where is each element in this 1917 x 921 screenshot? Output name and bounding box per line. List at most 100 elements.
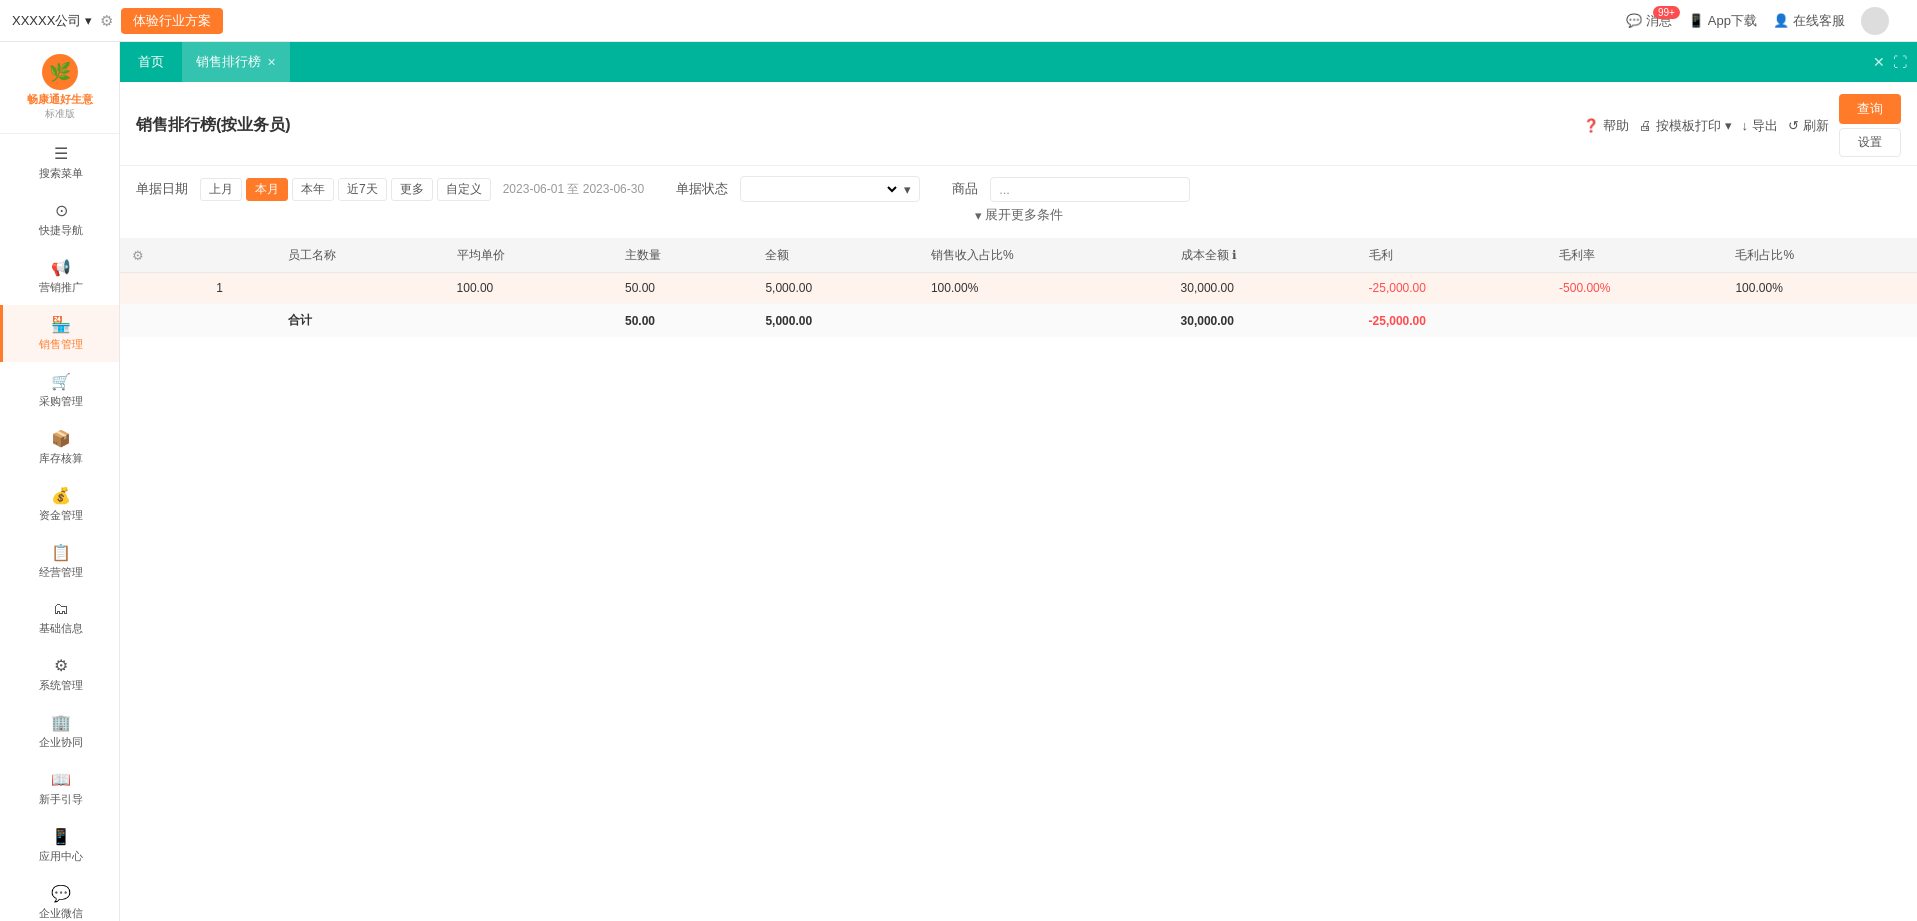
sidebar-item-marketing[interactable]: 📢 营销推广 bbox=[0, 248, 119, 305]
trial-btn[interactable]: 体验行业方案 bbox=[121, 8, 223, 34]
status-label: 单据状态 bbox=[676, 180, 728, 198]
message-btn[interactable]: 💬 消息 99+ bbox=[1626, 12, 1672, 30]
sidebar: 🌿 畅康通好生意 标准版 ☰ 搜索菜单 ⊙ 快捷导航 📢 营销推广 🏪 销售管理… bbox=[0, 42, 120, 921]
column-settings-icon[interactable]: ⚙ bbox=[132, 248, 144, 263]
page-header: 销售排行榜(按业务员) ❓ 帮助 🖨 按模板打印 ▾ ↓ 导出 bbox=[120, 82, 1917, 166]
col-amount: 全额 bbox=[753, 239, 919, 273]
tab-label: 销售排行榜 bbox=[196, 53, 261, 71]
main-layout: 🌿 畅康通好生意 标准版 ☰ 搜索菜单 ⊙ 快捷导航 📢 营销推广 🏪 销售管理… bbox=[0, 42, 1917, 921]
logo-icon: 🌿 bbox=[42, 54, 78, 90]
help-btn[interactable]: ❓ 帮助 bbox=[1583, 117, 1629, 135]
sidebar-item-label: 企业微信 bbox=[39, 906, 83, 921]
search-order-icon: ☰ bbox=[54, 144, 68, 163]
page-content: 销售排行榜(按业务员) ❓ 帮助 🖨 按模板打印 ▾ ↓ 导出 bbox=[120, 82, 1917, 921]
cell-settings bbox=[120, 273, 204, 304]
basic-icon: 🗂 bbox=[53, 600, 69, 618]
sidebar-item-inventory[interactable]: 📦 库存核算 bbox=[0, 419, 119, 476]
date-btn-last-month[interactable]: 上月 bbox=[200, 178, 242, 201]
app-icon: 📱 bbox=[1688, 13, 1704, 28]
cell-profit: -25,000.00 bbox=[1357, 273, 1547, 304]
inventory-icon: 📦 bbox=[51, 429, 71, 448]
sidebar-item-label: 采购管理 bbox=[39, 394, 83, 409]
service-icon: 👤 bbox=[1773, 13, 1789, 28]
chevron-down-icon: ▾ bbox=[975, 208, 982, 223]
sidebar-logo: 🌿 畅康通好生意 标准版 bbox=[0, 42, 119, 134]
date-btn-this-month[interactable]: 本月 bbox=[246, 178, 288, 201]
gear-icon[interactable]: ⚙ bbox=[100, 12, 113, 30]
sidebar-item-label: 系统管理 bbox=[39, 678, 83, 693]
expand-row: ▾ 展开更多条件 bbox=[136, 202, 1901, 228]
sidebar-item-basic[interactable]: 🗂 基础信息 bbox=[0, 590, 119, 646]
sidebar-item-label: 资金管理 bbox=[39, 508, 83, 523]
query-btn[interactable]: 查询 bbox=[1839, 94, 1901, 124]
tab-sales-ranking[interactable]: 销售排行榜 ✕ bbox=[182, 42, 290, 82]
footer-settings bbox=[120, 304, 204, 338]
sidebar-item-enterprise[interactable]: 🏢 企业协同 bbox=[0, 703, 119, 760]
col-settings[interactable]: ⚙ bbox=[120, 239, 204, 273]
date-btn-custom[interactable]: 自定义 bbox=[437, 178, 491, 201]
company-selector[interactable]: XXXXX公司 ▾ bbox=[12, 12, 92, 30]
sidebar-item-purchase[interactable]: 🛒 采购管理 bbox=[0, 362, 119, 419]
sidebar-item-label: 库存核算 bbox=[39, 451, 83, 466]
goods-input[interactable]: ... bbox=[990, 177, 1190, 202]
purchase-icon: 🛒 bbox=[51, 372, 71, 391]
help-label: 帮助 bbox=[1603, 117, 1629, 135]
fullscreen-icon[interactable]: ⛶ bbox=[1893, 54, 1907, 70]
operations-icon: 📋 bbox=[51, 543, 71, 562]
logo-sub: 标准版 bbox=[45, 107, 75, 121]
wechat-icon: 💬 bbox=[51, 884, 71, 903]
marketing-icon: 📢 bbox=[51, 258, 71, 277]
close-icon[interactable]: ✕ bbox=[1873, 54, 1885, 70]
table-container: ⚙ 员工名称 平均单价 主数量 全额 销售收入占比% 成本全额 ℹ 毛利 毛利率… bbox=[120, 239, 1917, 921]
export-btn[interactable]: ↓ 导出 bbox=[1742, 117, 1779, 135]
status-select[interactable]: ▾ bbox=[740, 176, 920, 202]
refresh-btn[interactable]: ↺ 刷新 bbox=[1788, 117, 1829, 135]
footer-cost-amount: 30,000.00 bbox=[1169, 304, 1357, 338]
print-btn[interactable]: 🖨 按模板打印 ▾ bbox=[1639, 117, 1732, 135]
sidebar-item-search-order[interactable]: ☰ 搜索菜单 bbox=[0, 134, 119, 191]
date-btn-7days[interactable]: 近7天 bbox=[338, 178, 387, 201]
filter-row: 单据日期 上月 本月 本年 近7天 更多 自定义 2023-06-01 至 20… bbox=[136, 176, 1901, 202]
export-icon: ↓ bbox=[1742, 118, 1749, 133]
footer-qty: 50.00 bbox=[613, 304, 753, 338]
col-rank bbox=[204, 239, 276, 273]
sidebar-item-operations[interactable]: 📋 经营管理 bbox=[0, 533, 119, 590]
online-service-btn[interactable]: 👤 在线客服 bbox=[1773, 12, 1845, 30]
tab-home[interactable]: 首页 bbox=[120, 42, 182, 82]
sidebar-item-finance[interactable]: 💰 资金管理 bbox=[0, 476, 119, 533]
refresh-icon: ↺ bbox=[1788, 118, 1799, 133]
sales-icon: 🏪 bbox=[51, 315, 71, 334]
status-select-input[interactable] bbox=[749, 181, 900, 197]
col-sales-pct: 销售收入占比% bbox=[919, 239, 1169, 273]
col-qty: 主数量 bbox=[613, 239, 753, 273]
goods-label: 商品 bbox=[952, 180, 978, 198]
help-icon: ❓ bbox=[1583, 118, 1599, 133]
settings-btn[interactable]: 设置 bbox=[1839, 128, 1901, 157]
sidebar-item-wechat[interactable]: 💬 企业微信 bbox=[0, 874, 119, 921]
sidebar-item-label: 销售管理 bbox=[39, 337, 83, 352]
sidebar-item-label: 经营管理 bbox=[39, 565, 83, 580]
cell-profit-rate: -500.00% bbox=[1547, 273, 1723, 304]
sidebar-item-guide[interactable]: 📖 新手引导 bbox=[0, 760, 119, 817]
refresh-label: 刷新 bbox=[1803, 117, 1829, 135]
avatar[interactable] bbox=[1861, 7, 1889, 35]
app-download-btn[interactable]: 📱 App下载 bbox=[1688, 12, 1757, 30]
col-cost-amount: 成本全额 ℹ bbox=[1169, 239, 1357, 273]
logo-text: 畅康通好生意 bbox=[27, 92, 93, 107]
date-btn-more[interactable]: 更多 bbox=[391, 178, 433, 201]
date-btn-this-year[interactable]: 本年 bbox=[292, 178, 334, 201]
sidebar-item-label: 基础信息 bbox=[39, 621, 83, 636]
cell-amount: 5,000.00 bbox=[753, 273, 919, 304]
expand-btn[interactable]: ▾ 展开更多条件 bbox=[975, 206, 1063, 224]
page-actions: ❓ 帮助 🖨 按模板打印 ▾ ↓ 导出 ↺ 刷新 bbox=[1583, 94, 1902, 157]
sidebar-item-label: 新手引导 bbox=[39, 792, 83, 807]
sidebar-item-quick-nav[interactable]: ⊙ 快捷导航 bbox=[0, 191, 119, 248]
content-area: 首页 销售排行榜 ✕ ✕ ⛶ 销售排行榜(按业务员) ❓ 帮助 bbox=[120, 42, 1917, 921]
sidebar-item-apps[interactable]: 📱 应用中心 bbox=[0, 817, 119, 874]
tab-close-icon[interactable]: ✕ bbox=[267, 56, 276, 69]
app-label: App下载 bbox=[1708, 12, 1757, 30]
cell-avg-price: 100.00 bbox=[445, 273, 613, 304]
apps-icon: 📱 bbox=[51, 827, 71, 846]
sidebar-item-sales[interactable]: 🏪 销售管理 bbox=[0, 305, 119, 362]
sidebar-item-system[interactable]: ⚙ 系统管理 bbox=[0, 646, 119, 703]
